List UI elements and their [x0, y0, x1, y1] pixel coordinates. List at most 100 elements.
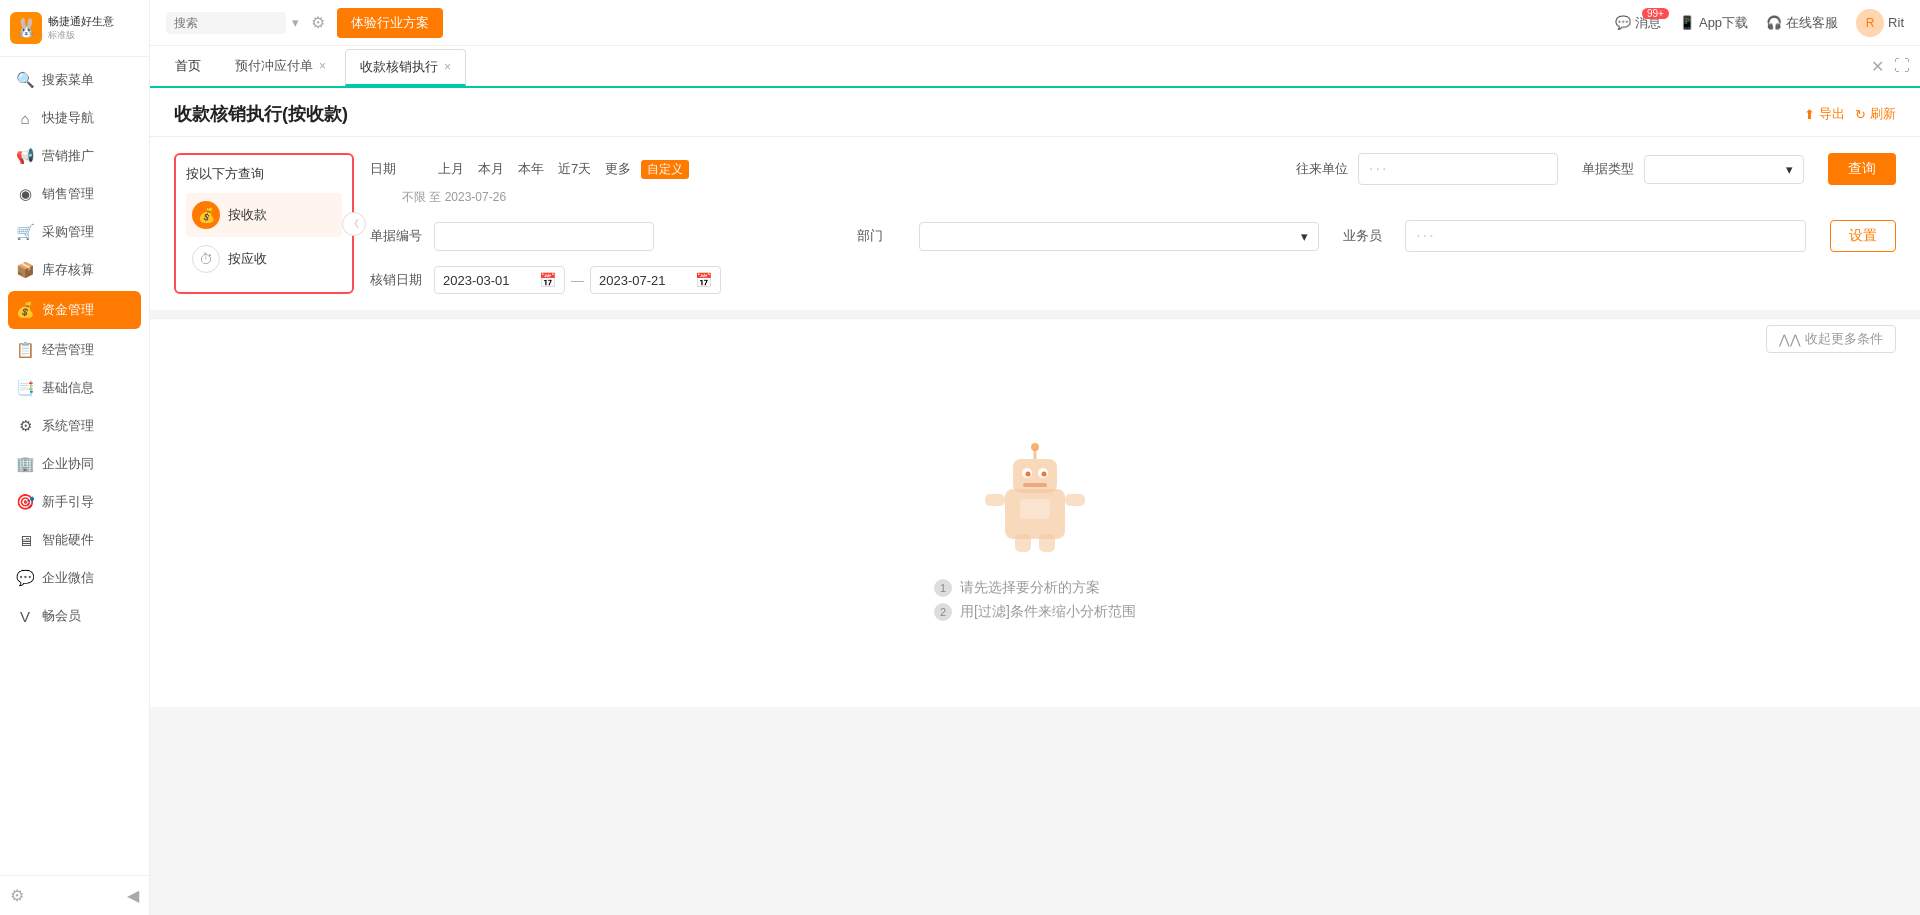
finance-icon: 💰	[16, 301, 34, 319]
inventory-icon: 📦	[16, 261, 34, 279]
refresh-button[interactable]: ↻ 刷新	[1855, 105, 1896, 123]
query-button[interactable]: 查询	[1828, 153, 1896, 185]
tab-prepay-offset[interactable]: 预付冲应付单×	[220, 48, 341, 84]
user-area[interactable]: R Rit	[1856, 9, 1904, 37]
sidebar-item-weixin[interactable]: 💬企业微信	[0, 559, 149, 597]
export-icon: ⬆	[1804, 107, 1815, 122]
sidebar-item-inventory[interactable]: 📦库存核算	[0, 251, 149, 289]
staff-label: 业务员	[1343, 227, 1399, 245]
operation-icon: 📋	[16, 341, 34, 359]
staff-dots: ···	[1416, 227, 1435, 245]
sidebar-item-operation[interactable]: 📋 经营管理	[0, 331, 149, 369]
doc-type-select[interactable]: ▾	[1644, 155, 1804, 184]
smart-hw-icon: 🖥	[16, 531, 34, 549]
message-button[interactable]: 💬 消息 99+	[1615, 14, 1661, 32]
sidebar-item-beginner[interactable]: 🎯新手引导	[0, 483, 149, 521]
chevron-down-icon[interactable]: ▾	[292, 15, 299, 30]
sidebar-item-label-quick-nav: 快捷导航	[42, 109, 94, 127]
sidebar-item-sales[interactable]: ◉销售管理	[0, 175, 149, 213]
page-title-actions: ⬆ 导出 ↻ 刷新	[1804, 105, 1896, 123]
collapse-sidebar-icon[interactable]: ◀	[127, 886, 139, 905]
query-option-by-receipt[interactable]: 💰 按收款	[186, 193, 342, 237]
query-buttons: 查询	[1828, 153, 1896, 185]
quick-nav-icon: ⌂	[16, 109, 34, 127]
doc-no-input[interactable]	[434, 222, 654, 251]
app-icon: 📱	[1679, 15, 1695, 30]
query-panel-toggle[interactable]: 《	[342, 212, 366, 236]
tab-bar: 首页 预付冲应付单× 收款核销执行 × ✕ ⛶	[150, 46, 1920, 88]
dept-field: 部门 ▾	[857, 222, 1320, 251]
empty-tip-1: 1 请先选择要分析的方案	[934, 579, 1136, 597]
counterparty-select[interactable]: ···	[1358, 153, 1558, 185]
logo-icon: 🐰	[10, 12, 42, 44]
tip-num-1: 1	[934, 579, 952, 597]
close-tab-prepay-offset[interactable]: ×	[319, 59, 326, 73]
service-button[interactable]: 🎧 在线客服	[1766, 14, 1838, 32]
filter-row-1: 日期 上月 本月 本年 近7天 更多 自定义 往来单位 ·	[370, 153, 1896, 185]
tab-receipt-offset[interactable]: 收款核销执行 ×	[345, 49, 466, 86]
svg-point-5	[1042, 472, 1047, 477]
sidebar-item-purchase[interactable]: 🛒采购管理	[0, 213, 149, 251]
close-tab-icon[interactable]: ✕	[1871, 57, 1884, 76]
settings-button[interactable]: 设置	[1830, 220, 1896, 252]
sidebar-item-label-marketing: 营销推广	[42, 147, 94, 165]
svg-rect-11	[1015, 534, 1031, 552]
export-button[interactable]: ⬆ 导出	[1804, 105, 1845, 123]
calendar-icon-start: 📅	[539, 272, 556, 288]
date-this-month[interactable]: 本月	[474, 158, 508, 180]
sidebar-item-finance[interactable]: 💰 资金管理	[8, 291, 141, 329]
receivable-option-label: 按应收	[228, 250, 267, 268]
app-download-button[interactable]: 📱 App下载	[1679, 14, 1748, 32]
search-menu-icon: 🔍	[16, 71, 34, 89]
filter-field-docno: 单据编号	[370, 222, 833, 251]
close-tab-receipt-offset[interactable]: ×	[444, 60, 451, 74]
collapse-label: 收起更多条件	[1805, 330, 1883, 348]
filter-area: 按以下方查询 💰 按收款 ⏱ 按应收 《 日期	[150, 137, 1920, 310]
dept-select[interactable]: ▾	[919, 222, 1320, 251]
sidebar-item-search-menu[interactable]: 🔍搜索菜单	[0, 61, 149, 99]
beginner-icon: 🎯	[16, 493, 34, 511]
sidebar-item-label-operation: 经营管理	[42, 341, 94, 359]
verify-date-start-input[interactable]	[443, 273, 533, 288]
sidebar-item-label-smart-hw: 智能硬件	[42, 531, 94, 549]
empty-illustration	[975, 439, 1095, 559]
collapse-button[interactable]: ⋀⋀ 收起更多条件	[1766, 325, 1896, 353]
settings-icon[interactable]: ⚙	[10, 886, 24, 905]
date-last-7-days[interactable]: 近7天	[554, 158, 595, 180]
tab-label-home: 首页	[175, 57, 201, 75]
verify-date-end-wrap[interactable]: 📅	[590, 266, 721, 294]
sidebar-item-label-weixin: 企业微信	[42, 569, 94, 587]
sidebar-item-enterprise[interactable]: 🏢企业协同	[0, 445, 149, 483]
solution-button[interactable]: 体验行业方案	[337, 8, 443, 38]
user-name: Rit	[1888, 15, 1904, 30]
service-icon: 🎧	[1766, 15, 1782, 30]
verify-date-end-input[interactable]	[599, 273, 689, 288]
query-option-by-receivable[interactable]: ⏱ 按应收	[186, 237, 342, 281]
sidebar-item-quick-nav[interactable]: ⌂ 快捷导航	[0, 99, 149, 137]
counterparty-field: 往来单位 ···	[1296, 153, 1558, 185]
counterparty-label: 往来单位	[1296, 160, 1352, 178]
staff-select[interactable]: ···	[1405, 220, 1806, 252]
receivable-option-icon: ⏱	[192, 245, 220, 273]
sidebar-item-label-finance: 资金管理	[42, 301, 94, 319]
date-separator: —	[571, 273, 584, 288]
fullscreen-icon[interactable]: ⛶	[1894, 57, 1910, 75]
sidebar-item-system[interactable]: ⚙系统管理	[0, 407, 149, 445]
verify-date-label: 核销日期	[370, 271, 426, 289]
date-last-month[interactable]: 上月	[434, 158, 468, 180]
sidebar-item-marketing[interactable]: 📢营销推广	[0, 137, 149, 175]
sidebar-item-smart-hw[interactable]: 🖥 智能硬件	[0, 521, 149, 559]
gear-icon[interactable]: ⚙	[311, 13, 325, 32]
verify-date-start-wrap[interactable]: 📅	[434, 266, 565, 294]
date-more[interactable]: 更多	[601, 158, 635, 180]
tab-home[interactable]: 首页	[160, 48, 216, 84]
filter-field-date: 日期 上月 本月 本年 近7天 更多 自定义	[370, 158, 1272, 180]
svg-rect-1	[1013, 459, 1057, 493]
enterprise-icon: 🏢	[16, 455, 34, 473]
sidebar-item-basic-info[interactable]: 📑基础信息	[0, 369, 149, 407]
brand-search-input[interactable]	[166, 12, 286, 34]
date-this-year[interactable]: 本年	[514, 158, 548, 180]
doc-type-chevron: ▾	[1786, 162, 1793, 177]
sidebar-item-vip[interactable]: V畅会员	[0, 597, 149, 635]
tab-label-receipt-offset: 收款核销执行	[360, 58, 438, 76]
